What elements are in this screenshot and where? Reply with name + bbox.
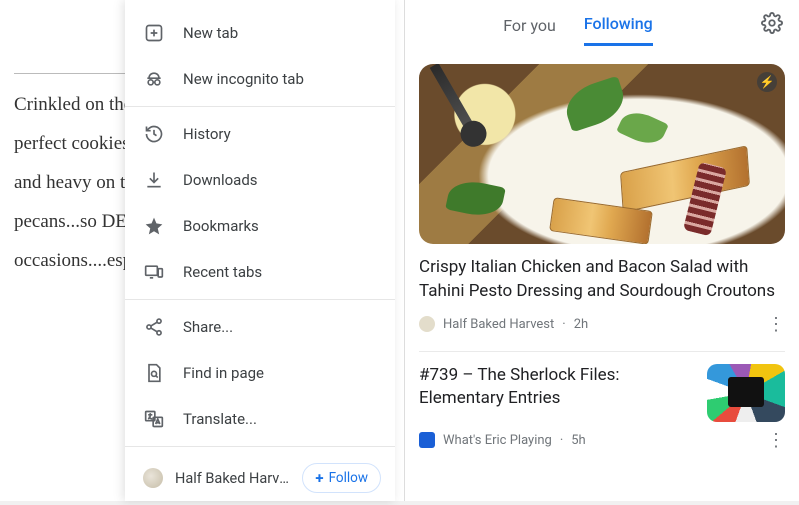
menu-new-tab[interactable]: New tab [125, 10, 395, 56]
menu-recent-tabs[interactable]: Recent tabs [125, 249, 395, 295]
right-phone-frame: For you Following ⚡ Crispy Italian Chick… [405, 0, 799, 501]
devices-icon [143, 261, 165, 283]
card-overflow-button[interactable]: ⋮ [767, 430, 785, 451]
card-overflow-button[interactable]: ⋮ [767, 314, 785, 335]
source-separator: · [562, 317, 565, 332]
menu-follow-row: Half Baked Harvest + Follow [125, 451, 395, 505]
source-separator: · [560, 433, 563, 448]
source-name: What's Eric Playing [443, 433, 552, 448]
translate-icon [143, 408, 165, 430]
source-age: 2h [574, 317, 588, 332]
source-name: Half Baked Harvest [443, 317, 554, 332]
source-favicon [419, 316, 435, 332]
menu-bookmarks[interactable]: Bookmarks [125, 203, 395, 249]
tab-for-you[interactable]: For you [503, 16, 556, 45]
feed-card-2[interactable]: #739 – The Sherlock Files: Elementary En… [405, 352, 799, 422]
menu-separator [125, 106, 395, 107]
card-thumbnail [707, 364, 785, 422]
menu-label: New tab [183, 24, 238, 42]
menu-find-in-page[interactable]: Find in page [125, 350, 395, 396]
card-image: ⚡ [419, 64, 785, 244]
menu-label: Translate... [183, 410, 257, 428]
card-title: #739 – The Sherlock Files: Elementary En… [419, 364, 695, 422]
gear-icon [761, 12, 783, 34]
incognito-icon [143, 68, 165, 90]
menu-new-incognito-tab[interactable]: New incognito tab [125, 56, 395, 102]
feed-tabs: For you Following [405, 2, 799, 46]
menu-label: Downloads [183, 171, 258, 189]
menu-label: Bookmarks [183, 217, 259, 235]
menu-label: New incognito tab [183, 70, 304, 88]
find-in-page-icon [143, 362, 165, 384]
menu-separator [125, 446, 395, 447]
follow-button[interactable]: + Follow [302, 463, 381, 493]
feed-card-1[interactable]: ⚡ Crispy Italian Chicken and Bacon Salad… [419, 64, 785, 335]
history-icon [143, 123, 165, 145]
menu-separator [125, 299, 395, 300]
menu-label: Share... [183, 318, 233, 336]
site-favicon [143, 468, 163, 488]
left-phone-frame: — H A L F H A R Crinkled on the middle, … [0, 0, 405, 501]
menu-label: History [183, 125, 231, 143]
share-icon [143, 316, 165, 338]
downloads-icon [143, 169, 165, 191]
settings-button[interactable] [761, 12, 783, 38]
menu-translate[interactable]: Translate... [125, 396, 395, 442]
source-age: 5h [571, 433, 585, 448]
card-source-row: Half Baked Harvest · 2h ⋮ [419, 314, 785, 335]
menu-label: Recent tabs [183, 263, 262, 281]
site-name: Half Baked Harvest [175, 470, 290, 487]
star-icon [143, 215, 165, 237]
source-favicon [419, 432, 435, 448]
menu-history[interactable]: History [125, 111, 395, 157]
menu-share[interactable]: Share... [125, 304, 395, 350]
amp-badge-icon: ⚡ [757, 72, 777, 92]
tab-following[interactable]: Following [584, 14, 653, 46]
card-source-row: What's Eric Playing · 5h ⋮ [405, 422, 799, 451]
follow-label: Follow [329, 470, 368, 486]
plus-box-icon [143, 22, 165, 44]
chrome-overflow-menu: New tab New incognito tab History Downlo… [125, 0, 395, 501]
card-title: Crispy Italian Chicken and Bacon Salad w… [419, 256, 785, 304]
menu-downloads[interactable]: Downloads [125, 157, 395, 203]
plus-icon: + [315, 471, 323, 486]
menu-label: Find in page [183, 364, 264, 382]
